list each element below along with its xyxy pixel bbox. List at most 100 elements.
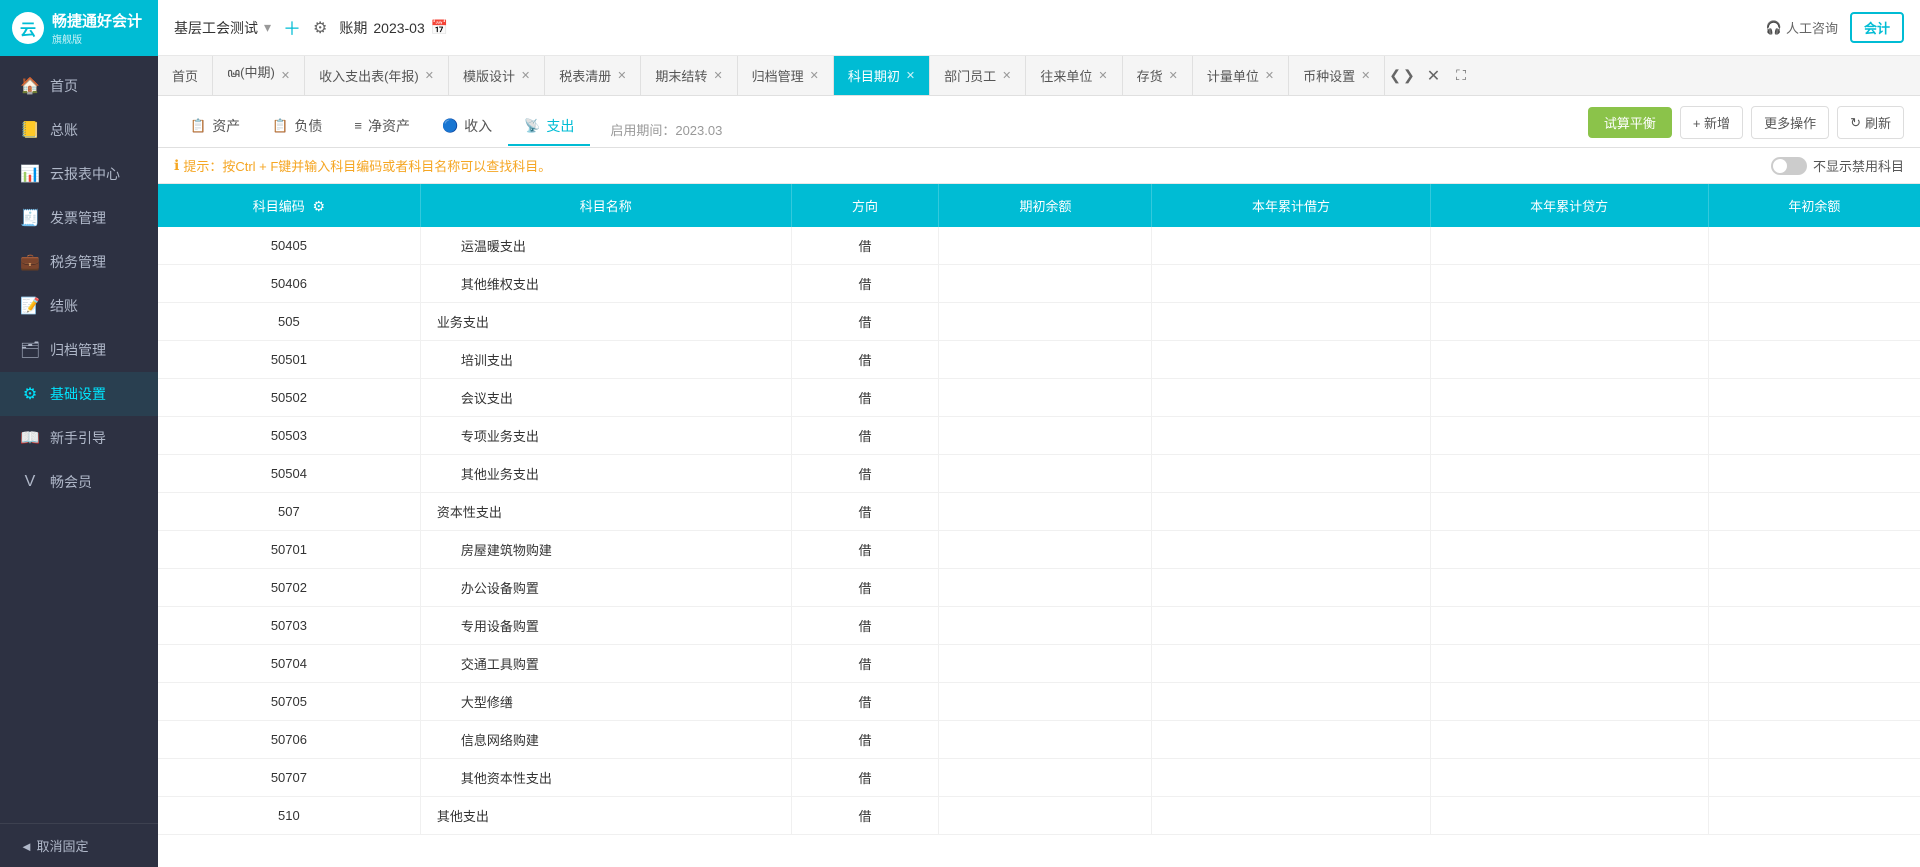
- sidebar-item-member[interactable]: V 畅会员: [0, 460, 158, 504]
- cell-ytd-debit[interactable]: [1152, 759, 1430, 797]
- table-row[interactable]: 50503 专项业务支出 借: [158, 417, 1920, 455]
- table-row[interactable]: 50501 培训支出 借: [158, 341, 1920, 379]
- cell-year-opening[interactable]: [1708, 531, 1920, 569]
- cell-ytd-debit[interactable]: [1152, 227, 1430, 265]
- cell-ytd-credit[interactable]: [1430, 379, 1708, 417]
- cell-opening[interactable]: [939, 265, 1152, 303]
- sidebar-item-archive[interactable]: 🗂 归档管理: [0, 328, 158, 372]
- cell-year-opening[interactable]: [1708, 569, 1920, 607]
- cell-opening[interactable]: [939, 607, 1152, 645]
- tab-close-icon[interactable]: ✕: [1265, 69, 1274, 82]
- cell-opening[interactable]: [939, 683, 1152, 721]
- subtab-equity[interactable]: ≡ 净资产: [338, 108, 426, 146]
- cell-year-opening[interactable]: [1708, 265, 1920, 303]
- cell-ytd-credit[interactable]: [1430, 493, 1708, 531]
- cell-opening[interactable]: [939, 417, 1152, 455]
- table-row[interactable]: 50707 其他资本性支出 借: [158, 759, 1920, 797]
- cell-year-opening[interactable]: [1708, 721, 1920, 759]
- tab-archive-mgmt[interactable]: 归档管理 ✕: [738, 56, 834, 96]
- tab-tax-clear[interactable]: 税表清册 ✕: [545, 56, 641, 96]
- cell-ytd-credit[interactable]: [1430, 569, 1708, 607]
- cell-opening[interactable]: [939, 531, 1152, 569]
- tab-close-icon[interactable]: ✕: [906, 69, 915, 82]
- table-row[interactable]: 50702 办公设备购置 借: [158, 569, 1920, 607]
- cell-ytd-credit[interactable]: [1430, 797, 1708, 835]
- tab-close-icon[interactable]: ✕: [1361, 69, 1370, 82]
- cell-opening[interactable]: [939, 797, 1152, 835]
- calendar-icon[interactable]: 📅: [431, 19, 448, 36]
- cell-year-opening[interactable]: [1708, 379, 1920, 417]
- cell-opening[interactable]: [939, 303, 1152, 341]
- table-row[interactable]: 510 其他支出 借: [158, 797, 1920, 835]
- close-all-tabs-button[interactable]: ✕: [1419, 66, 1448, 86]
- cell-year-opening[interactable]: [1708, 607, 1920, 645]
- expand-tabs-icon[interactable]: ⛶: [1448, 67, 1474, 84]
- sidebar-item-ledger[interactable]: 📒 总账: [0, 108, 158, 152]
- cell-ytd-credit[interactable]: [1430, 607, 1708, 645]
- table-row[interactable]: 507 资本性支出 借: [158, 493, 1920, 531]
- table-row[interactable]: 50706 信息网络购建 借: [158, 721, 1920, 759]
- tab-balance-period[interactable]: ꦰ(中期) ✕: [213, 56, 305, 96]
- sidebar-item-tax[interactable]: 💼 税务管理: [0, 240, 158, 284]
- table-row[interactable]: 50705 大型修缮 借: [158, 683, 1920, 721]
- balance-button[interactable]: 试算平衡: [1588, 107, 1672, 138]
- cell-opening[interactable]: [939, 493, 1152, 531]
- cell-opening[interactable]: [939, 645, 1152, 683]
- tab-dept-staff[interactable]: 部门员工 ✕: [930, 56, 1026, 96]
- cell-ytd-credit[interactable]: [1430, 417, 1708, 455]
- add-button[interactable]: + 新增: [1680, 106, 1743, 139]
- cell-ytd-credit[interactable]: [1430, 265, 1708, 303]
- cell-ytd-credit[interactable]: [1430, 303, 1708, 341]
- cell-ytd-debit[interactable]: [1152, 341, 1430, 379]
- cell-year-opening[interactable]: [1708, 759, 1920, 797]
- account-button[interactable]: 会计: [1850, 12, 1904, 43]
- add-company-button[interactable]: ＋: [283, 15, 301, 41]
- cell-ytd-credit[interactable]: [1430, 683, 1708, 721]
- cell-opening[interactable]: [939, 379, 1152, 417]
- tab-close-icon[interactable]: ✕: [281, 69, 290, 82]
- sidebar-item-home[interactable]: 🏠 首页: [0, 64, 158, 108]
- cell-year-opening[interactable]: [1708, 645, 1920, 683]
- tab-close-icon[interactable]: ✕: [810, 69, 819, 82]
- subtab-asset[interactable]: 📋 资产: [174, 108, 256, 146]
- subtab-income[interactable]: 🔵 收入: [426, 108, 508, 146]
- tab-home[interactable]: 首页: [158, 56, 213, 96]
- tab-template[interactable]: 模版设计 ✕: [449, 56, 545, 96]
- cell-ytd-credit[interactable]: [1430, 759, 1708, 797]
- sidebar-item-settings[interactable]: ⚙ 基础设置: [0, 372, 158, 416]
- tab-measure[interactable]: 计量单位 ✕: [1193, 56, 1289, 96]
- tab-partner[interactable]: 往来单位 ✕: [1026, 56, 1122, 96]
- sidebar-item-guide[interactable]: 📖 新手引导: [0, 416, 158, 460]
- cell-year-opening[interactable]: [1708, 227, 1920, 265]
- cell-ytd-debit[interactable]: [1152, 645, 1430, 683]
- col-settings-icon[interactable]: ⚙: [312, 198, 325, 214]
- tab-inventory[interactable]: 存货 ✕: [1123, 56, 1193, 96]
- table-row[interactable]: 50701 房屋建筑物购建 借: [158, 531, 1920, 569]
- cell-ytd-debit[interactable]: [1152, 379, 1430, 417]
- tab-close-icon[interactable]: ✕: [1002, 69, 1011, 82]
- cell-ytd-debit[interactable]: [1152, 303, 1430, 341]
- cell-ytd-debit[interactable]: [1152, 721, 1430, 759]
- cell-ytd-credit[interactable]: [1430, 645, 1708, 683]
- cell-ytd-debit[interactable]: [1152, 455, 1430, 493]
- cell-ytd-credit[interactable]: [1430, 341, 1708, 379]
- cell-opening[interactable]: [939, 455, 1152, 493]
- cell-opening[interactable]: [939, 341, 1152, 379]
- tab-close-icon[interactable]: ✕: [521, 69, 530, 82]
- cell-ytd-credit[interactable]: [1430, 531, 1708, 569]
- cell-ytd-debit[interactable]: [1152, 265, 1430, 303]
- cell-year-opening[interactable]: [1708, 341, 1920, 379]
- tab-close-icon[interactable]: ✕: [425, 69, 434, 82]
- table-row[interactable]: 50502 会议支出 借: [158, 379, 1920, 417]
- cell-year-opening[interactable]: [1708, 797, 1920, 835]
- disabled-toggle[interactable]: [1771, 157, 1807, 175]
- tab-currency[interactable]: 币种设置 ✕: [1289, 56, 1385, 96]
- sidebar-collapse-button[interactable]: ◄ 取消固定: [0, 823, 158, 867]
- cell-year-opening[interactable]: [1708, 455, 1920, 493]
- tab-income-report[interactable]: 收入支出表(年报) ✕: [305, 56, 449, 96]
- cell-year-opening[interactable]: [1708, 303, 1920, 341]
- cell-ytd-debit[interactable]: [1152, 607, 1430, 645]
- cell-ytd-credit[interactable]: [1430, 721, 1708, 759]
- tab-close-icon[interactable]: ✕: [617, 69, 626, 82]
- company-dropdown-icon[interactable]: ▾: [264, 19, 271, 36]
